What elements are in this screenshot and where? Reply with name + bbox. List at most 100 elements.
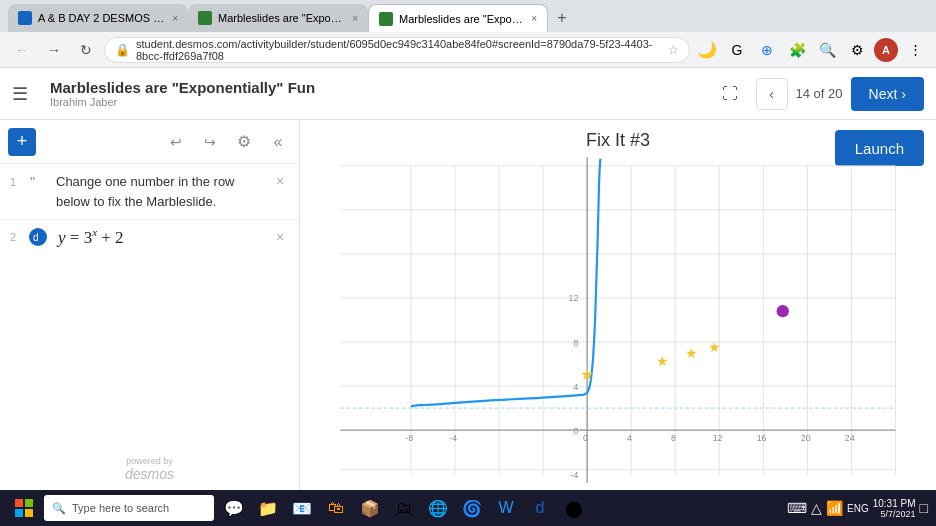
tab-3-close[interactable]: × (531, 13, 537, 24)
svg-text:-8: -8 (405, 433, 413, 443)
taskbar: 🔍 Type here to search 💬 📁 📧 🛍 📦 🗂 🌐 🌀 W … (0, 490, 936, 526)
taskbar-right: ⌨ △ 📶 ENG 10:31 PM 5/7/2021 □ (787, 498, 928, 519)
svg-text:★: ★ (580, 366, 594, 383)
star-icon: ☆ (668, 43, 679, 57)
taskbar-folder[interactable]: 🗂 (388, 492, 420, 524)
main-content: + ↩ ↪ ⚙ « 1 " Change one number in the r… (0, 120, 936, 490)
row-number-1: 1 (10, 172, 26, 188)
svg-text:0: 0 (573, 426, 578, 436)
notification-icon[interactable]: □ (920, 500, 928, 516)
header-right: ‹ 14 of 20 Next › (756, 77, 924, 111)
powered-by-text: powered by (125, 456, 174, 466)
svg-text:-4: -4 (449, 433, 457, 443)
taskbar-search-text: Type here to search (72, 502, 169, 514)
star-3: ★ (685, 345, 698, 361)
fullscreen-button[interactable]: ⛶ (714, 78, 746, 110)
panel-toolbar: + ↩ ↪ ⚙ « (0, 120, 299, 164)
app-subtitle: Ibrahim Jaber (50, 96, 704, 108)
extension-3[interactable]: ⊕ (754, 37, 780, 63)
extension-1[interactable]: 🌙 (694, 37, 720, 63)
back-button[interactable]: ← (8, 36, 36, 64)
star-2: ★ (656, 353, 669, 369)
taskbar-chrome[interactable]: ⬤ (558, 492, 590, 524)
svg-rect-45 (25, 499, 33, 507)
taskbar-dropbox[interactable]: 📦 (354, 492, 386, 524)
svg-rect-47 (25, 509, 33, 517)
menu-icon[interactable]: ☰ (12, 83, 40, 105)
taskbar-icons: 💬 📁 📧 🛍 📦 🗂 🌐 🌀 W d ⬤ (218, 492, 590, 524)
undo-button[interactable]: ↩ (163, 129, 189, 155)
next-button[interactable]: Next › (851, 77, 924, 111)
browser-extensions: 🌙 G ⊕ 🧩 🔍 ⚙ A ⋮ (694, 37, 928, 63)
equation-expression[interactable]: y = 3x + 2 (50, 226, 271, 248)
quote-icon: " (26, 172, 50, 190)
equation-text: y = 3x + 2 (58, 228, 124, 247)
tab-2[interactable]: Marbleslides are "Exponentially" Fun × (188, 4, 368, 32)
tab-3-label: Marbleslides are "Exponentially" Fun (399, 13, 525, 25)
graph-area: Fix It #3 Launch (300, 120, 936, 490)
tab-2-close[interactable]: × (352, 13, 358, 24)
taskbar-ie[interactable]: 🌐 (422, 492, 454, 524)
redo-button[interactable]: ↪ (197, 129, 223, 155)
close-instruction-button[interactable]: × (271, 172, 289, 190)
star-1: ★ (580, 366, 594, 383)
instruction-row: 1 " Change one number in the row below t… (0, 164, 299, 220)
settings-button[interactable]: ⚙ (231, 129, 257, 155)
graph-container: -8 -4 0 4 8 12 16 20 24 -4 0 4 8 12 (300, 157, 936, 483)
reload-button[interactable]: ↻ (72, 36, 100, 64)
equation-row-number: 2 (10, 231, 26, 243)
prev-page-button[interactable]: ‹ (756, 78, 788, 110)
taskbar-clock: 10:31 PM 5/7/2021 (873, 498, 916, 519)
menu-button[interactable]: ⋮ (902, 37, 928, 63)
svg-text:8: 8 (573, 338, 578, 348)
address-bar[interactable]: 🔒 student.desmos.com/activitybuilder/stu… (104, 37, 690, 63)
svg-text:4: 4 (627, 433, 632, 443)
star-4: ★ (708, 339, 721, 355)
tab-2-favicon (198, 11, 212, 25)
lang-indicator: ENG (847, 503, 869, 514)
svg-text:20: 20 (801, 433, 811, 443)
svg-text:0: 0 (583, 433, 588, 443)
marble (777, 305, 789, 317)
svg-text:-4: -4 (571, 470, 579, 480)
tab-2-label: Marbleslides are "Exponentially" Fun (218, 12, 346, 24)
extension-6[interactable]: ⚙ (844, 37, 870, 63)
new-tab-button[interactable]: + (548, 4, 576, 32)
tab-3[interactable]: Marbleslides are "Exponentially" Fun × (368, 4, 548, 32)
svg-text:12: 12 (569, 293, 579, 303)
collapse-button[interactable]: « (265, 129, 291, 155)
svg-text:★: ★ (656, 353, 669, 369)
desmos-equation-icon: d (26, 227, 50, 247)
tab-1-favicon (18, 11, 32, 25)
instruction-text: Change one number in the row below to fi… (56, 172, 265, 211)
forward-button[interactable]: → (40, 36, 68, 64)
tab-1-close[interactable]: × (172, 13, 178, 24)
tab-bar: A & B DAY 2 DESMOS CW/H... × Marbleslide… (0, 0, 936, 32)
extension-4[interactable]: 🧩 (784, 37, 810, 63)
start-button[interactable] (8, 492, 40, 524)
taskbar-cortana[interactable]: 💬 (218, 492, 250, 524)
taskbar-edge[interactable]: 🌀 (456, 492, 488, 524)
svg-text:12: 12 (713, 433, 723, 443)
close-equation-button[interactable]: × (271, 228, 289, 246)
taskbar-files[interactable]: 📁 (252, 492, 284, 524)
taskbar-store[interactable]: 🛍 (320, 492, 352, 524)
svg-text:16: 16 (757, 433, 767, 443)
profile-avatar[interactable]: A (874, 38, 898, 62)
add-expression-button[interactable]: + (8, 128, 36, 156)
svg-text:d: d (33, 232, 39, 243)
extension-2[interactable]: G (724, 37, 750, 63)
taskbar-sys-tray: ⌨ △ 📶 (787, 500, 843, 516)
svg-text:★: ★ (708, 339, 721, 355)
taskbar-mail[interactable]: 📧 (286, 492, 318, 524)
equation-row[interactable]: 2 d y = 3x + 2 × (0, 220, 299, 254)
extension-5[interactable]: 🔍 (814, 37, 840, 63)
svg-text:": " (30, 174, 35, 190)
app-header: ☰ Marbleslides are "Exponentially" Fun I… (0, 68, 936, 120)
taskbar-search-bar[interactable]: 🔍 Type here to search (44, 495, 214, 521)
taskbar-word[interactable]: W (490, 492, 522, 524)
taskbar-desmos[interactable]: d (524, 492, 556, 524)
tab-1[interactable]: A & B DAY 2 DESMOS CW/H... × (8, 4, 188, 32)
svg-text:24: 24 (845, 433, 855, 443)
page-count: 14 of 20 (796, 86, 843, 101)
